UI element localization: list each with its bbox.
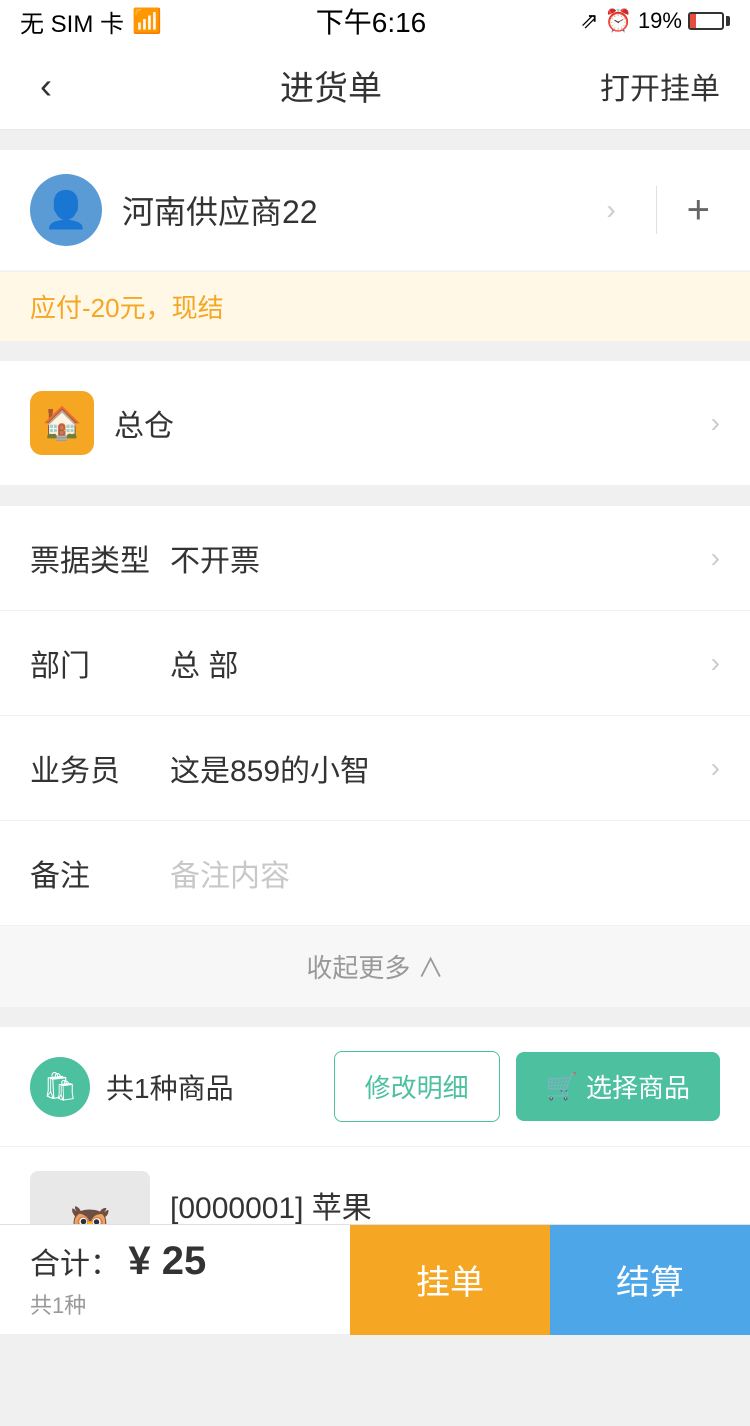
open-hold-button[interactable]: 打开挂单 [600, 64, 720, 108]
section-gap-2 [0, 341, 750, 361]
department-label: 部门 [30, 641, 150, 685]
supplier-avatar-icon: 👤 [44, 189, 89, 231]
hold-label: 挂单 [416, 1255, 484, 1304]
hold-button[interactable]: 挂单 [350, 1225, 550, 1335]
no-sim-label: 无 SIM 卡 [20, 4, 124, 39]
location-icon: ⇗ [580, 8, 598, 34]
section-gap-4 [0, 1007, 750, 1027]
status-left: 无 SIM 卡 📶 [20, 4, 162, 39]
page-title: 进货单 [280, 61, 382, 110]
add-supplier-button[interactable]: + [677, 188, 720, 233]
products-count: 共1种商品 [106, 1067, 334, 1107]
status-right: ⇗ ⏰ 19% [580, 8, 730, 34]
battery-level: 19% [638, 8, 682, 34]
remark-row[interactable]: 备注 备注内容 [0, 821, 750, 926]
notice-bar: 应付-20元，现结 [0, 271, 750, 341]
warehouse-icon: 🏠 [42, 404, 82, 442]
warehouse-label: 总仓 [114, 401, 711, 445]
invoice-type-row[interactable]: 票据类型 不开票 › [0, 506, 750, 611]
warehouse-icon-wrapper: 🏠 [30, 391, 94, 455]
remark-label: 备注 [30, 851, 150, 895]
department-row[interactable]: 部门 总 部 › [0, 611, 750, 716]
salesperson-value: 这是859的小智 [150, 746, 711, 790]
department-chevron-icon: › [711, 647, 720, 679]
back-button[interactable]: ‹ [30, 55, 62, 117]
edit-detail-button[interactable]: 修改明细 [334, 1051, 500, 1122]
vertical-divider [656, 186, 657, 234]
supplier-chevron-icon: › [606, 194, 615, 226]
collapse-label: 收起更多 ∧ [306, 948, 443, 985]
warehouse-chevron-icon: › [711, 407, 720, 439]
invoice-type-label: 票据类型 [30, 536, 150, 580]
status-bar: 无 SIM 卡 📶 下午6:16 ⇗ ⏰ 19% [0, 0, 750, 42]
nav-bar: ‹ 进货单 打开挂单 [0, 42, 750, 130]
checkout-button[interactable]: 结算 [550, 1225, 750, 1335]
notice-text: 应付-20元，现结 [30, 293, 224, 323]
salesperson-chevron-icon: › [711, 752, 720, 784]
supplier-name: 河南供应商22 [122, 187, 606, 233]
remark-placeholder: 备注内容 [150, 851, 720, 895]
total-sub: 共1种 [30, 1288, 320, 1320]
invoice-type-chevron-icon: › [711, 542, 720, 574]
supplier-avatar: 👤 [30, 174, 102, 246]
select-product-label: 选择商品 [586, 1068, 690, 1105]
department-value: 总 部 [150, 641, 711, 685]
products-header: 🛍 共1种商品 修改明细 🛒 选择商品 [0, 1027, 750, 1147]
alarm-icon: ⏰ [605, 8, 632, 34]
select-product-button[interactable]: 🛒 选择商品 [516, 1052, 720, 1121]
salesperson-row[interactable]: 业务员 这是859的小智 › [0, 716, 750, 821]
battery-icon [688, 12, 730, 30]
warehouse-row[interactable]: 🏠 总仓 › [0, 361, 750, 486]
wifi-icon: 📶 [132, 7, 162, 36]
form-section: 票据类型 不开票 › 部门 总 部 › 业务员 这是859的小智 › 备注 备注… [0, 506, 750, 926]
bottom-total: 合计： ¥ 25 共1种 [0, 1239, 350, 1320]
section-gap-3 [0, 486, 750, 506]
section-gap-1 [0, 130, 750, 150]
shopping-bag-icon: 🛍 [42, 1070, 78, 1103]
checkout-label: 结算 [616, 1255, 684, 1304]
total-amount: ¥ 25 [128, 1239, 206, 1283]
bottom-bar: 合计： ¥ 25 共1种 挂单 结算 [0, 1224, 750, 1334]
salesperson-label: 业务员 [30, 746, 150, 790]
supplier-row[interactable]: 👤 河南供应商22 › + [0, 150, 750, 271]
invoice-type-value: 不开票 [150, 536, 711, 580]
total-label: 合计： [30, 1248, 120, 1281]
select-product-icon: 🛒 [546, 1071, 578, 1102]
product-code: [0000001] 苹果 [170, 1192, 372, 1225]
status-time: 下午6:16 [316, 1, 427, 41]
supplier-card: 👤 河南供应商22 › + 应付-20元，现结 [0, 150, 750, 341]
collapse-bar[interactable]: 收起更多 ∧ [0, 926, 750, 1007]
total-main: 合计： ¥ 25 [30, 1239, 320, 1284]
products-icon-wrapper: 🛍 [30, 1057, 90, 1117]
product-name: [0000001] 苹果 [170, 1183, 668, 1227]
